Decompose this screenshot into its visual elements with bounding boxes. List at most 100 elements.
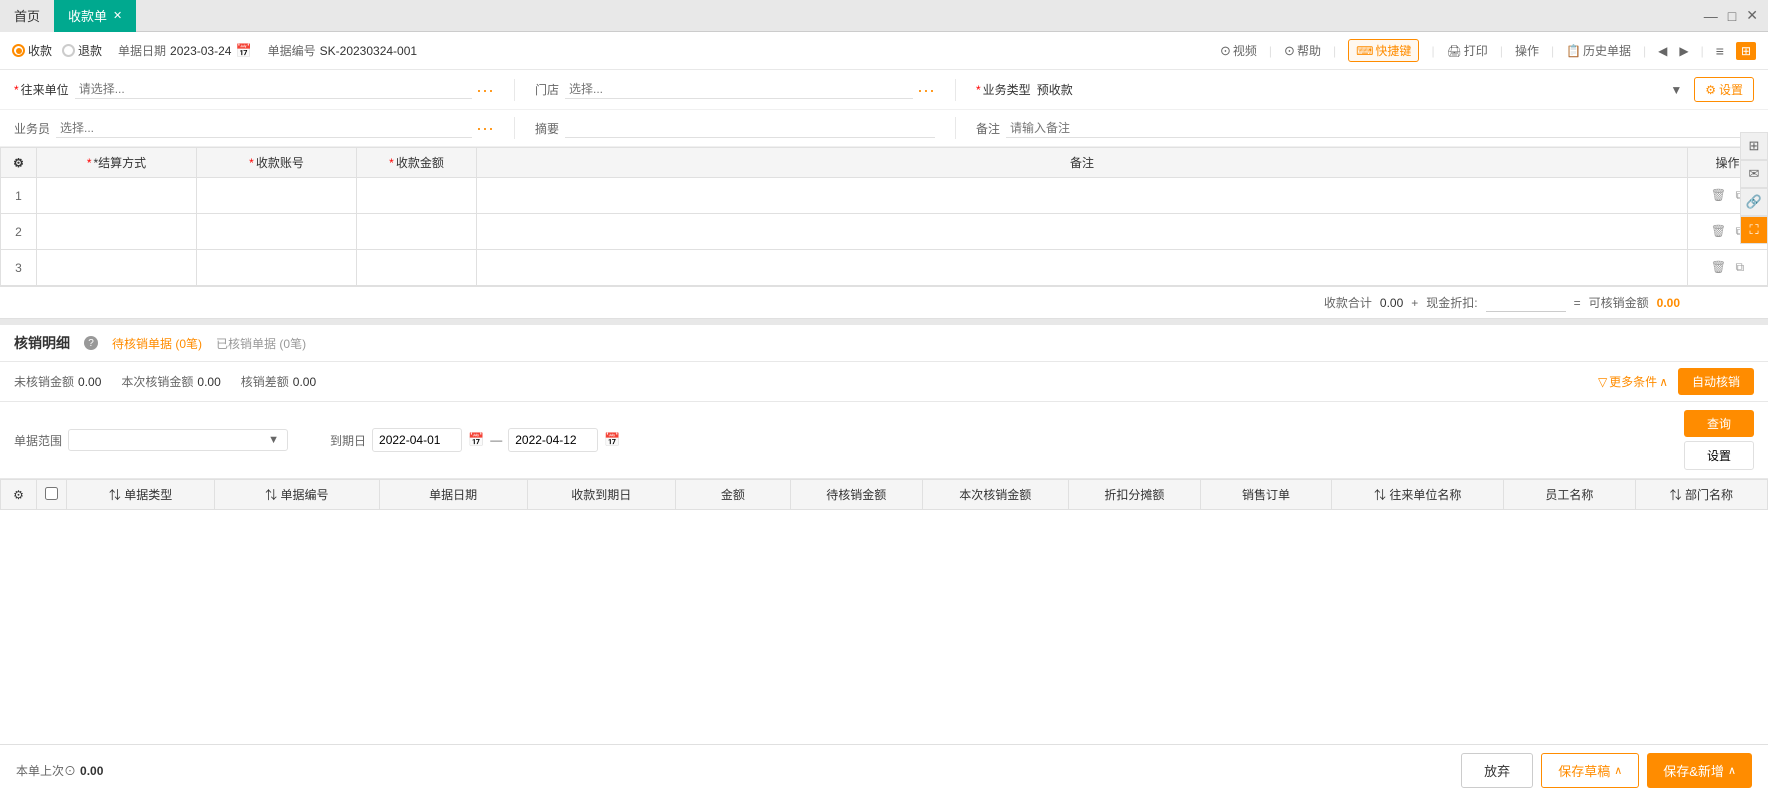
right-link-icon[interactable]: 🔗 [1740,188,1768,216]
business-type-dropdown-icon[interactable]: ▼ [1670,83,1682,97]
staff-more-icon[interactable]: ··· [476,119,494,137]
query-btn[interactable]: 查询 [1684,410,1754,437]
verif-info-icon[interactable]: ? [84,336,98,350]
done-tab[interactable]: 已核销单据 (0笔) [216,335,306,352]
tab-receipt[interactable]: 收款单 ✕ [54,0,136,32]
number-value: SK-20230324-001 [320,44,417,58]
copy-row-btn-3[interactable]: ⧉ [1736,260,1745,274]
amount-cell-2[interactable] [357,214,477,250]
bth-date: 单据日期 [379,480,527,510]
summary-input[interactable] [565,119,935,138]
range-field: 单据范围 ▼ [14,429,288,451]
video-btn[interactable]: ⊙ 视频 [1220,42,1257,59]
counterpart-input[interactable] [75,80,472,99]
remark-cell-3[interactable] [477,250,1688,286]
help-btn[interactable]: ⊙ 帮助 [1284,42,1321,59]
cal-from-icon[interactable]: 📅 [468,432,484,448]
save-draft-button[interactable]: 保存草稿 ∧ [1541,753,1639,788]
delete-row-btn-3[interactable]: 🗑 [1711,260,1726,274]
verif-settings-btn[interactable]: 设置 [1684,441,1754,470]
date-to-input[interactable] [508,428,598,452]
business-type-value: 预收款 [1037,81,1671,98]
calendar-icon[interactable]: 📅 [235,43,251,59]
shortcut-btn[interactable]: ⌨ 快捷键 [1348,39,1419,62]
pending-tab[interactable]: 待核销单据 (0笔) [112,335,202,352]
bth-checkbox[interactable] [37,480,67,510]
window-close-btn[interactable]: ✕ [1746,7,1758,24]
date-value: 2023-03-24 [170,44,231,58]
bth-pending: 待核销金额 [790,480,922,510]
counterpart-more-icon[interactable]: ··· [476,81,494,99]
list-view-icon[interactable]: ≡ [1716,43,1724,59]
radio-group: 收款 退款 [12,42,102,59]
tab-close-icon[interactable]: ✕ [113,9,122,22]
bth-settings[interactable]: ⚙ [1,480,37,510]
nav-prev-icon[interactable]: ◀ [1658,44,1667,58]
settings-button[interactable]: ⚙ 设置 [1694,77,1754,102]
save-new-arrow-icon[interactable]: ∧ [1728,764,1736,777]
keyboard-icon: ⌨ [1356,44,1373,58]
maximize-btn[interactable]: □ [1728,8,1736,24]
select-all-checkbox[interactable] [45,487,58,500]
right-mail-icon[interactable]: ✉ [1740,160,1768,188]
amount-cell-3[interactable] [357,250,477,286]
discount-label: 现金折扣: [1426,294,1477,311]
account-cell-3[interactable] [197,250,357,286]
th-settings[interactable]: ⚙ [1,148,37,178]
bth-dept: ⇅ 部门名称 [1635,480,1767,510]
history-btn[interactable]: 📋 历史单据 [1566,42,1631,59]
remark-cell-1[interactable] [477,178,1688,214]
store-more-icon[interactable]: ··· [917,81,935,99]
video-icon: ⊙ [1220,43,1231,59]
remark-input[interactable] [1006,119,1754,138]
bth-current: 本次核销金额 [922,480,1068,510]
right-table-icon[interactable]: ⊞ [1740,132,1768,160]
print-icon: 🖨 [1447,44,1462,58]
settlement-cell-3[interactable] [37,250,197,286]
store-input[interactable] [565,80,913,99]
table-row: 1 🗑 ⧉ [1,178,1768,214]
unverified-stat: 未核销金额 0.00 [14,373,101,390]
cal-to-icon[interactable]: 📅 [604,432,620,448]
account-cell-1[interactable] [197,178,357,214]
remark-cell-2[interactable] [477,214,1688,250]
delete-row-btn-1[interactable]: 🗑 [1711,188,1726,202]
save-draft-arrow-icon[interactable]: ∧ [1614,764,1622,777]
operation-btn[interactable]: 操作 [1515,42,1539,59]
account-cell-2[interactable] [197,214,357,250]
nav-next-icon[interactable]: ▶ [1679,44,1688,58]
th-remark: 备注 [477,148,1688,178]
verification-title: 核销明细 [14,333,70,353]
range-dropdown-icon: ▼ [268,434,279,446]
bth-discount: 折扣分摊额 [1069,480,1201,510]
number-field: 单据编号 SK-20230324-001 [268,42,417,59]
staff-field: 业务员 ··· [14,119,494,138]
history-icon: 📋 [1566,44,1581,58]
staff-input[interactable] [56,119,472,138]
verification-table-container: ⚙ ⇅ 单据类型 ⇅ 单据编号 单据日期 [0,479,1768,744]
minimize-btn[interactable]: — [1704,8,1718,24]
date-field: 单据日期 2023-03-24 📅 [118,42,252,59]
date-from-input[interactable] [372,428,462,452]
print-btn[interactable]: 🖨 打印 [1447,42,1488,59]
settlement-cell-1[interactable] [37,178,197,214]
receipt-table: ⚙ **结算方式 *收款账号 *收款金额 备注 操作 [0,147,1768,286]
diff-stat: 核销差额 0.00 [241,373,316,390]
refund-radio[interactable]: 退款 [62,42,102,59]
auto-verif-btn[interactable]: 自动核销 [1678,368,1754,395]
receipt-radio[interactable]: 收款 [12,42,52,59]
right-expand-icon[interactable]: ⛶ [1740,216,1768,244]
discard-button[interactable]: 放弃 [1461,753,1533,788]
amount-cell-1[interactable] [357,178,477,214]
more-conditions-btn[interactable]: ▽ 更多条件 ∧ [1598,373,1668,390]
settlement-cell-2[interactable] [37,214,197,250]
delete-row-btn-2[interactable]: 🗑 [1711,224,1726,238]
grid-view-icon[interactable]: ⊞ [1736,42,1756,60]
discount-input[interactable] [1486,293,1566,312]
tab-home[interactable]: 首页 [0,0,54,32]
help-icon: ⊙ [1284,43,1295,59]
range-select[interactable]: ▼ [68,429,288,451]
th-settlement: **结算方式 [37,148,197,178]
bth-type: ⇅ 单据类型 [67,480,215,510]
save-new-button[interactable]: 保存&新增 ∧ [1647,753,1752,788]
